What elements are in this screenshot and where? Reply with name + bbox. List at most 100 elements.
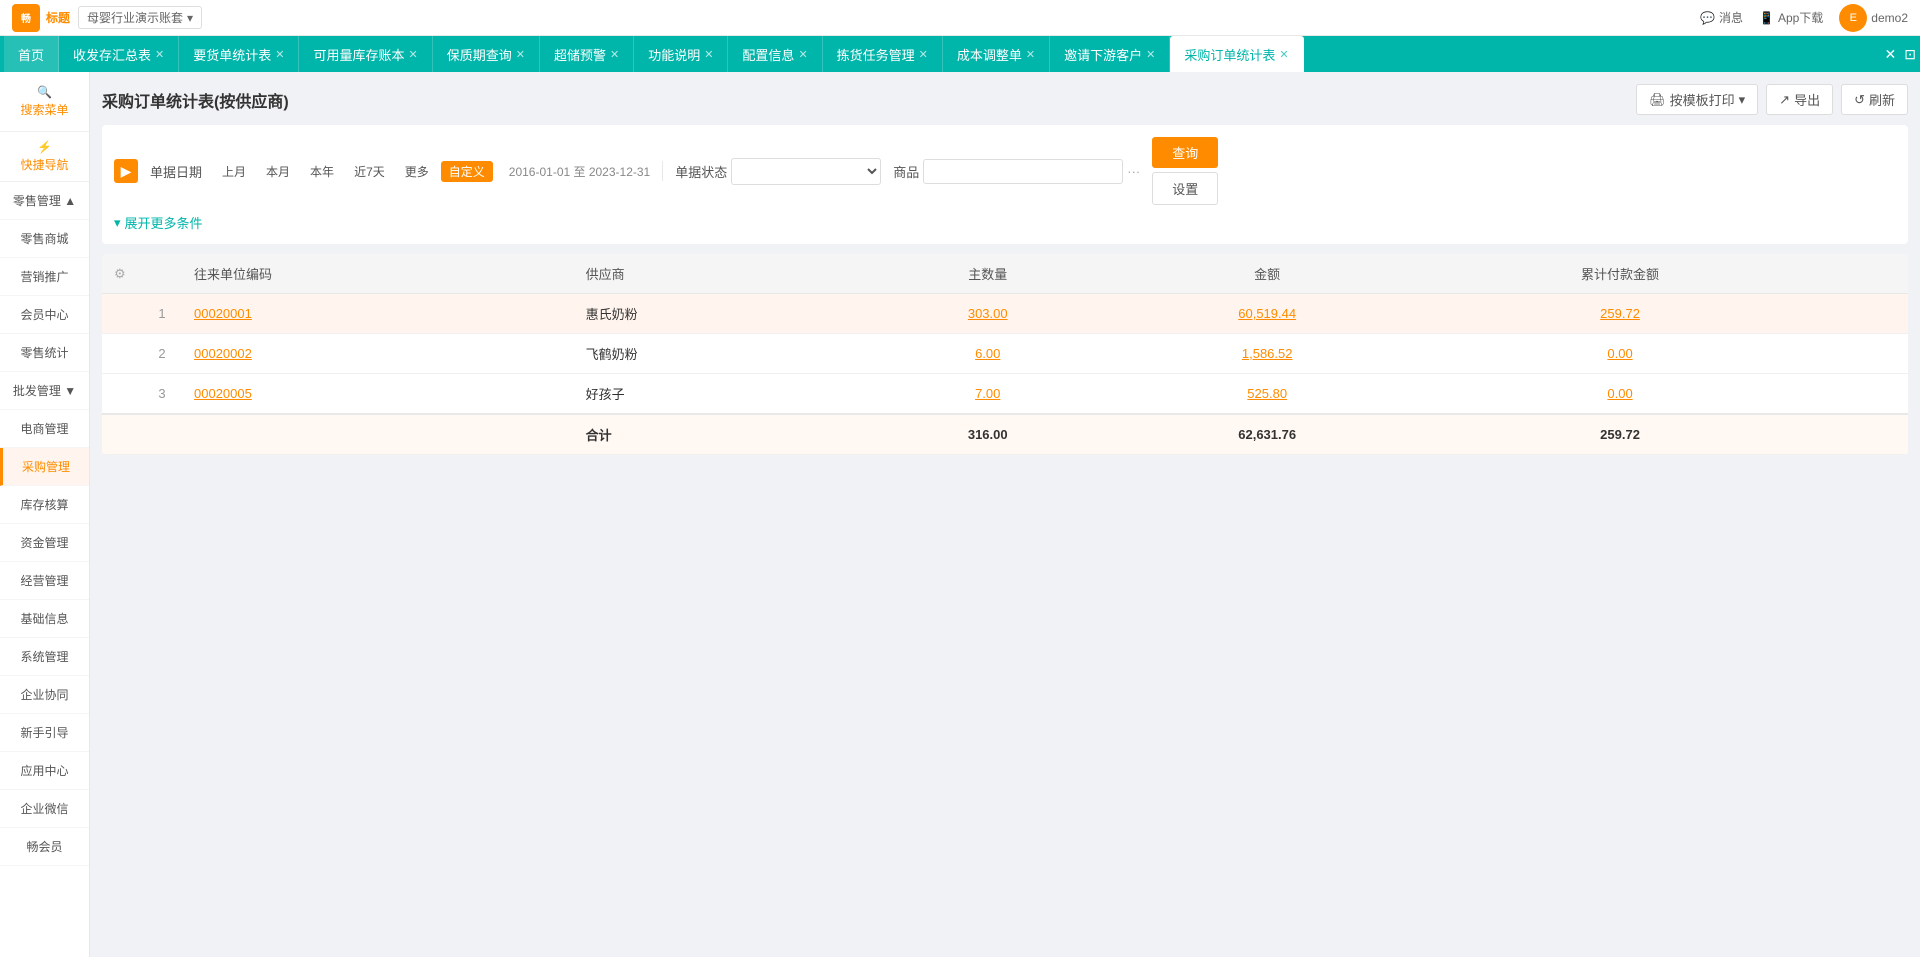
cell-paid-amount[interactable]: 0.00 [1424,334,1816,374]
cell-paid-amount[interactable]: 0.00 [1424,374,1816,415]
close-icon[interactable]: ✕ [798,48,807,61]
expand-more-button[interactable]: ▾ 展开更多条件 [114,213,1896,232]
sidebar-item-system[interactable]: 系统管理 [0,638,89,676]
sidebar-item-retail-stat[interactable]: 零售统计 [0,334,89,372]
sidebar-item-ecommerce[interactable]: 电商管理 [0,410,89,448]
user-area[interactable]: E demo2 [1839,4,1908,32]
shortcut-last-month[interactable]: 上月 [214,161,254,182]
close-icon[interactable]: ✕ [155,48,164,61]
expand-more-row: ▾ 展开更多条件 [114,213,1896,232]
cell-unit-code[interactable]: 00020002 [182,334,574,374]
cell-row-num: 3 [142,374,182,415]
tab-order-summary[interactable]: 要货单统计表 ✕ [179,36,299,72]
page-header: 采购订单统计表(按供应商) 🖨 按模板打印 ▾ ↗ 导出 ↺ 刷新 [102,84,1908,115]
cell-unit-code[interactable]: 00020001 [182,294,574,334]
workspace-selector[interactable]: 母婴行业演示账套 ▾ [78,6,202,29]
close-icon[interactable]: ✕ [409,48,418,61]
tab-available-stock[interactable]: 可用量库存账本 ✕ [299,36,432,72]
filter-panel: ▶ 单据日期 上月 本月 本年 近7天 更多 自定义 2016-01-01 至 … [102,125,1908,244]
tab-pick-task-label: 拣货任务管理 [837,45,915,64]
sidebar-item-finance[interactable]: 资金管理 [0,524,89,562]
column-settings-icon[interactable]: ⚙ [114,266,126,281]
tab-function-desc[interactable]: 功能说明 ✕ [634,36,728,72]
cell-main-qty[interactable]: 7.00 [865,374,1110,415]
top-bar-left: 畅 标题 母婴行业演示账套 ▾ [12,4,202,32]
sidebar-item-retail[interactable]: 零售管理 ▲ [0,182,89,220]
shortcut-7days[interactable]: 近7天 [346,161,393,182]
custom-date-badge[interactable]: 自定义 [441,161,493,182]
app-download-button[interactable]: 📱 App下载 [1759,9,1823,26]
tab-invite-label: 邀请下游客户 [1064,45,1142,64]
tab-warranty-query[interactable]: 保质期查询 ✕ [433,36,540,72]
message-button[interactable]: 💬 消息 [1700,9,1743,26]
tab-available-stock-label: 可用量库存账本 [313,45,404,64]
filter-toggle-button[interactable]: ▶ [114,159,138,183]
shortcut-this-month[interactable]: 本月 [258,161,298,182]
th-main-qty: 主数量 [865,254,1110,294]
tab-pick-task[interactable]: 拣货任务管理 ✕ [823,36,943,72]
sidebar-item-stock[interactable]: 库存核算 [0,486,89,524]
shortcut-more[interactable]: 更多 [397,161,437,182]
cell-extra [1816,294,1908,334]
more-options-icon[interactable]: ··· [1127,164,1140,179]
status-select[interactable] [731,158,881,185]
close-icon[interactable]: ✕ [275,48,284,61]
sidebar-item-marketing[interactable]: 营销推广 [0,258,89,296]
date-range-display: 2016-01-01 至 2023-12-31 [509,163,650,180]
tab-cost-adjust[interactable]: 成本调整单 ✕ [943,36,1050,72]
tab-config-label: 配置信息 [742,45,794,64]
cell-amount[interactable]: 60,519.44 [1110,294,1424,334]
sidebar-item-enterprise[interactable]: 企业协同 [0,676,89,714]
tab-overstock-warning[interactable]: 超储预警 ✕ [540,36,634,72]
search-menu-button[interactable]: 🔍 搜索菜单 [8,80,81,123]
shortcut-this-year[interactable]: 本年 [302,161,342,182]
tab-invite-customer[interactable]: 邀请下游客户 ✕ [1050,36,1170,72]
refresh-button[interactable]: ↺ 刷新 [1841,84,1908,115]
cell-amount[interactable]: 1,586.52 [1110,334,1424,374]
cell-extra [1816,334,1908,374]
tab-purchase-label: 采购订单统计表 [1184,45,1275,64]
close-icon[interactable]: ✕ [516,48,525,61]
close-icon[interactable]: ✕ [919,48,928,61]
sidebar-item-purchase[interactable]: 采购管理 [0,448,89,486]
close-window-icon[interactable]: ✕ [1885,46,1897,63]
sidebar-item-app-center[interactable]: 应用中心 [0,752,89,790]
sidebar-item-wechat[interactable]: 企业微信 [0,790,89,828]
footer-row: 合计 316.00 62,631.76 259.72 [102,414,1908,455]
template-print-button[interactable]: 🖨 按模板打印 ▾ [1636,84,1758,115]
maximize-icon[interactable]: ⊡ [1904,46,1916,63]
tab-receive-summary[interactable]: 收发存汇总表 ✕ [59,36,179,72]
search-button[interactable]: 查询 [1152,137,1218,168]
nav-tabs-bar: 首页 收发存汇总表 ✕ 要货单统计表 ✕ 可用量库存账本 ✕ 保质期查询 ✕ 超… [0,36,1920,72]
close-icon[interactable]: ✕ [1146,48,1155,61]
expand-more-label: 展开更多条件 [125,213,203,232]
sidebar-item-wholesale[interactable]: 批发管理 ▼ [0,372,89,410]
tab-config-info[interactable]: 配置信息 ✕ [728,36,822,72]
search-menu-label: 搜索菜单 [20,101,68,118]
cell-paid-amount[interactable]: 259.72 [1424,294,1816,334]
goods-input[interactable] [923,159,1123,184]
date-filter-label: 单据日期 [150,162,202,181]
quick-nav-button[interactable]: ⚡ 快捷导航 [0,132,89,182]
download-icon: 📱 [1759,11,1774,25]
sidebar-item-newbie[interactable]: 新手引导 [0,714,89,752]
cell-main-qty[interactable]: 6.00 [865,334,1110,374]
close-icon[interactable]: ✕ [704,48,713,61]
close-icon[interactable]: ✕ [610,48,619,61]
export-button[interactable]: ↗ 导出 [1766,84,1833,115]
tab-home[interactable]: 首页 [4,36,59,72]
sidebar-item-retail-shop[interactable]: 零售商城 [0,220,89,258]
tab-purchase-summary[interactable]: 采购订单统计表 ✕ [1170,36,1303,72]
cell-unit-code[interactable]: 00020005 [182,374,574,415]
sidebar-item-operation[interactable]: 经营管理 [0,562,89,600]
sidebar-item-label: 畅会员 [26,838,62,855]
cell-amount[interactable]: 525.80 [1110,374,1424,415]
settings-button[interactable]: 设置 [1152,172,1218,205]
close-icon[interactable]: ✕ [1026,48,1035,61]
close-icon[interactable]: ✕ [1279,48,1288,61]
cell-main-qty[interactable]: 303.00 [865,294,1110,334]
sidebar-item-vip[interactable]: 畅会员 [0,828,89,866]
sidebar-item-member[interactable]: 会员中心 [0,296,89,334]
logo-area: 畅 标题 [12,4,70,32]
sidebar-item-basic[interactable]: 基础信息 [0,600,89,638]
